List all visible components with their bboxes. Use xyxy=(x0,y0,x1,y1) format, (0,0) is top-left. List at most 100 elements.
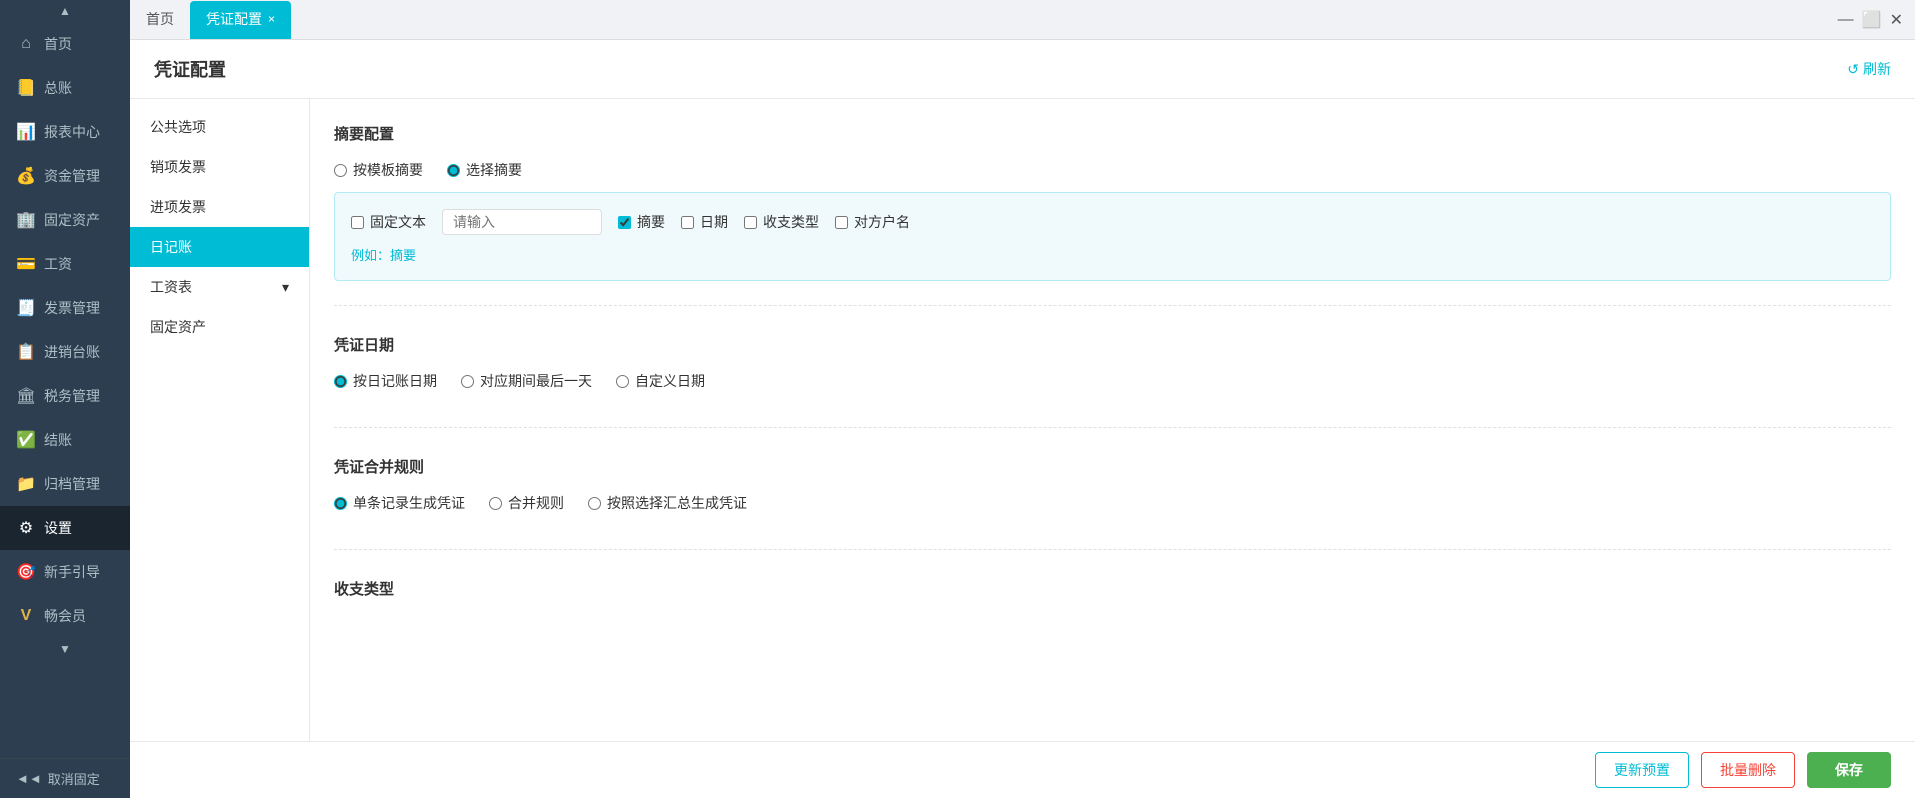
sidebar-item-reports[interactable]: 📊 报表中心 xyxy=(0,110,130,154)
sidebar: ▲ ⌂ 首页 📒 总账 📊 报表中心 💰 资金管理 🏢 固定资产 💳 工资 🧾 … xyxy=(0,0,130,798)
archive-icon: 📁 xyxy=(16,474,36,494)
checkbox-fixed-text[interactable]: 固定文本 xyxy=(351,212,426,232)
sidebar-item-assets[interactable]: 🏢 固定资产 xyxy=(0,198,130,242)
sidebar-item-funds[interactable]: 💰 资金管理 xyxy=(0,154,130,198)
page-header: 凭证配置 ↺ 刷新 xyxy=(130,40,1915,99)
sidebar-label-guide: 新手引导 xyxy=(44,562,100,582)
sidebar-item-home[interactable]: ⌂ 首页 xyxy=(0,22,130,66)
sidebar-scroll-down[interactable]: ▼ xyxy=(0,638,130,660)
radio-merge[interactable]: 合并规则 xyxy=(489,493,564,513)
left-nav-fixed-assets-label: 固定资产 xyxy=(150,317,206,337)
radio-summary[interactable]: 按照选择汇总生成凭证 xyxy=(588,493,747,513)
home-icon: ⌂ xyxy=(16,35,36,53)
sidebar-label-invoice: 发票管理 xyxy=(44,298,100,318)
sidebar-label-tax: 税务管理 xyxy=(44,386,100,406)
merge-rules-radio-group: 单条记录生成凭证 合并规则 按照选择汇总生成凭证 xyxy=(334,493,1891,513)
page-title: 凭证配置 xyxy=(154,56,226,82)
sidebar-item-settings[interactable]: ⚙ 设置 xyxy=(0,506,130,550)
fixed-text-input[interactable] xyxy=(442,209,602,235)
sidebar-label-ledger: 总账 xyxy=(44,78,72,98)
left-nav-public[interactable]: 公共选项 xyxy=(130,107,309,147)
radio-select-label: 选择摘要 xyxy=(466,160,522,180)
checkbox-summary[interactable]: 摘要 xyxy=(618,212,665,232)
invoice-icon: 🧾 xyxy=(16,298,36,318)
left-nav-purchase-invoice-label: 进项发票 xyxy=(150,197,206,217)
window-close-button[interactable]: ✕ xyxy=(1890,10,1903,30)
section-income-expense-title: 收支类型 xyxy=(334,578,1891,599)
window-maximize-button[interactable]: ⬜ xyxy=(1862,10,1882,30)
left-nav-purchase-invoice[interactable]: 进项发票 xyxy=(130,187,309,227)
tab-home[interactable]: 首页 xyxy=(130,1,190,39)
refresh-label: 刷新 xyxy=(1863,59,1891,79)
ledger-icon: 📒 xyxy=(16,78,36,98)
checkbox-date[interactable]: 日期 xyxy=(681,212,728,232)
unpin-icon: ◄◄ xyxy=(16,771,42,786)
sidebar-item-guide[interactable]: 🎯 新手引导 xyxy=(0,550,130,594)
sidebar-item-ledger[interactable]: 📒 总账 xyxy=(0,66,130,110)
tax-icon: 🏛 xyxy=(16,386,36,406)
radio-journal-date-input[interactable] xyxy=(334,375,347,388)
left-nav-payroll-label: 工资表 xyxy=(150,277,192,297)
sidebar-label-settings: 设置 xyxy=(44,518,72,538)
radio-journal-date[interactable]: 按日记账日期 xyxy=(334,371,437,391)
radio-period-last[interactable]: 对应期间最后一天 xyxy=(461,371,592,391)
sidebar-unpin[interactable]: ◄◄ 取消固定 xyxy=(0,758,130,798)
window-minimize-button[interactable]: — xyxy=(1838,11,1854,29)
radio-select-input[interactable] xyxy=(447,164,460,177)
content-area: 公共选项 销项发票 进项发票 日记账 工资表 ▾ 固定资产 摘要配置 xyxy=(130,99,1915,741)
section-summary-config: 摘要配置 按模板摘要 选择摘要 固定文本 xyxy=(334,123,1891,306)
checkbox-date-input[interactable] xyxy=(681,216,694,229)
sidebar-item-member[interactable]: V 畅会员 xyxy=(0,594,130,638)
checkbox-fixed-text-input[interactable] xyxy=(351,216,364,229)
guide-icon: 🎯 xyxy=(16,562,36,582)
sidebar-item-tax[interactable]: 🏛 税务管理 xyxy=(0,374,130,418)
left-nav-payroll[interactable]: 工资表 ▾ xyxy=(130,267,309,307)
section-voucher-date-title: 凭证日期 xyxy=(334,334,1891,355)
save-button[interactable]: 保存 xyxy=(1807,752,1891,788)
tab-actions: — ⬜ ✕ xyxy=(1838,10,1915,30)
update-preview-button[interactable]: 更新预置 xyxy=(1595,752,1689,788)
settings-icon: ⚙ xyxy=(16,518,36,538)
radio-single[interactable]: 单条记录生成凭证 xyxy=(334,493,465,513)
checkbox-income-type[interactable]: 收支类型 xyxy=(744,212,819,232)
voucher-date-radio-group: 按日记账日期 对应期间最后一天 自定义日期 xyxy=(334,371,1891,391)
radio-select[interactable]: 选择摘要 xyxy=(447,160,522,180)
radio-custom-date[interactable]: 自定义日期 xyxy=(616,371,705,391)
refresh-button[interactable]: ↺ 刷新 xyxy=(1847,59,1891,79)
sidebar-item-salary[interactable]: 💳 工资 xyxy=(0,242,130,286)
batch-delete-button[interactable]: 批量删除 xyxy=(1701,752,1795,788)
radio-single-input[interactable] xyxy=(334,497,347,510)
left-nav-fixed-assets[interactable]: 固定资产 xyxy=(130,307,309,347)
radio-template-input[interactable] xyxy=(334,164,347,177)
left-nav-sales-invoice-label: 销项发票 xyxy=(150,157,206,177)
reports-icon: 📊 xyxy=(16,122,36,142)
tab-bar: 首页 凭证配置 × — ⬜ ✕ xyxy=(130,0,1915,40)
tab-voucher-config-label: 凭证配置 xyxy=(206,9,262,29)
left-nav-journal[interactable]: 日记账 xyxy=(130,227,309,267)
sidebar-item-checkout[interactable]: ✅ 结账 xyxy=(0,418,130,462)
sidebar-label-home: 首页 xyxy=(44,34,72,54)
sidebar-item-sales-ledger[interactable]: 📋 进销台账 xyxy=(0,330,130,374)
left-nav: 公共选项 销项发票 进项发票 日记账 工资表 ▾ 固定资产 xyxy=(130,99,310,741)
tab-voucher-config[interactable]: 凭证配置 × xyxy=(190,1,291,39)
checkbox-income-type-input[interactable] xyxy=(744,216,757,229)
left-nav-public-label: 公共选项 xyxy=(150,117,206,137)
sidebar-label-assets: 固定资产 xyxy=(44,210,100,230)
checkbox-fixed-text-label: 固定文本 xyxy=(370,212,426,232)
radio-merge-input[interactable] xyxy=(489,497,502,510)
radio-custom-date-input[interactable] xyxy=(616,375,629,388)
left-nav-sales-invoice[interactable]: 销项发票 xyxy=(130,147,309,187)
radio-period-last-input[interactable] xyxy=(461,375,474,388)
sidebar-scroll-up[interactable]: ▲ xyxy=(0,0,130,22)
sidebar-item-invoice[interactable]: 🧾 发票管理 xyxy=(0,286,130,330)
refresh-icon: ↺ xyxy=(1847,61,1859,78)
radio-template[interactable]: 按模板摘要 xyxy=(334,160,423,180)
checkbox-counterpart[interactable]: 对方户名 xyxy=(835,212,910,232)
checkbox-counterpart-input[interactable] xyxy=(835,216,848,229)
tab-close-icon[interactable]: × xyxy=(268,12,275,26)
radio-summary-input[interactable] xyxy=(588,497,601,510)
section-income-expense: 收支类型 xyxy=(334,578,1891,639)
checkbox-summary-input[interactable] xyxy=(618,216,631,229)
section-summary-title: 摘要配置 xyxy=(334,123,1891,144)
sidebar-item-archive[interactable]: 📁 归档管理 xyxy=(0,462,130,506)
